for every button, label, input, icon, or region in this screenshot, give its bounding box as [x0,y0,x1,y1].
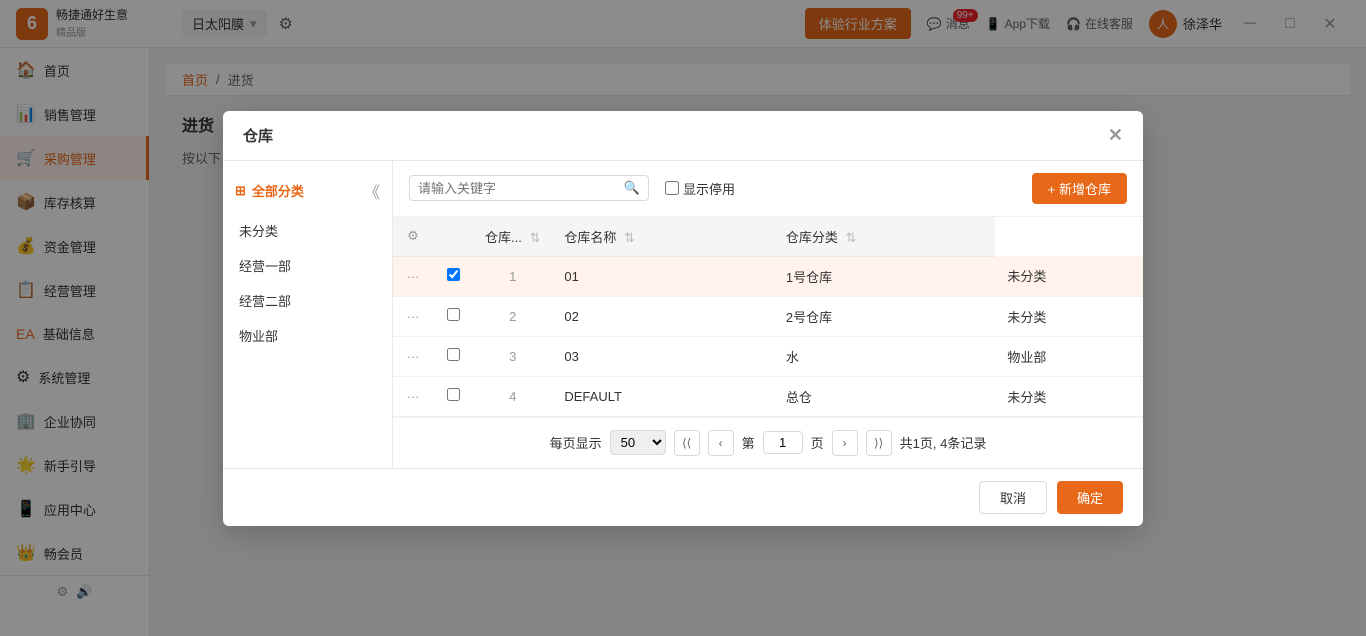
search-input[interactable] [418,181,624,196]
row-gear: ··· [393,336,433,376]
row-category: 未分类 [995,296,1143,336]
row-name: 2号仓库 [774,296,995,336]
row-code: 03 [552,336,773,376]
modal-body: ⊞ 全部分类 《 未分类 经营一部 经营二部 物业部 [223,161,1143,468]
row-checkbox[interactable] [447,268,460,281]
row-checkbox[interactable] [447,308,460,321]
pagination: 每页显示 50 10 20 100 ⟨⟨ ‹ 第 页 › ⟩⟩ [393,417,1143,468]
per-page-select[interactable]: 50 10 20 100 [610,430,666,455]
sort-name-icon: ⇅ [624,230,635,245]
table-row[interactable]: ··· 2 02 2号仓库 未分类 [393,296,1143,336]
row-name: 水 [774,336,995,376]
modal-title: 仓库 [243,125,273,146]
grid-icon: ⊞ [235,183,246,199]
row-category: 物业部 [995,336,1143,376]
table-header-row: ⚙ 仓库... ⇅ 仓库名称 ⇅ 仓库分类 ⇅ [393,217,1143,257]
search-icon[interactable]: 🔍 [624,180,640,196]
row-checkbox[interactable] [447,348,460,361]
row-code: 01 [552,256,773,296]
cancel-button[interactable]: 取消 [979,481,1047,514]
category-item-operations1[interactable]: 经营一部 [223,248,392,283]
sort-cat-icon: ⇅ [845,230,856,245]
th-code: 仓库... ⇅ [473,217,552,257]
category-title: ⊞ 全部分类 [235,181,304,200]
data-table: ⚙ 仓库... ⇅ 仓库名称 ⇅ 仓库分类 ⇅ ··· 1 01 [393,217,1143,417]
row-category: 未分类 [995,256,1143,296]
warehouse-table: ⚙ 仓库... ⇅ 仓库名称 ⇅ 仓库分类 ⇅ ··· 1 01 [393,217,1143,417]
page-next-button[interactable]: › [832,430,858,456]
modal-header: 仓库 ✕ [223,111,1143,161]
new-warehouse-button[interactable]: + 新增仓库 [1032,173,1127,204]
page-last-button[interactable]: ⟩⟩ [866,430,892,456]
row-code: DEFAULT [552,376,773,416]
page-first-button[interactable]: ⟨⟨ [674,430,700,456]
warehouse-modal: 仓库 ✕ ⊞ 全部分类 《 未分类 经营一部 经营二部 [223,111,1143,526]
row-name: 总仓 [774,376,995,416]
row-category: 未分类 [995,376,1143,416]
confirm-button[interactable]: 确定 [1057,481,1123,514]
show-disabled-input[interactable] [665,181,679,195]
row-gear: ··· [393,296,433,336]
th-name: 仓库名称 ⇅ [552,217,773,257]
row-gear: ··· [393,376,433,416]
th-gear: ⚙ [393,217,433,257]
row-name: 1号仓库 [774,256,995,296]
page-prev-button[interactable]: ‹ [708,430,734,456]
per-page-label: 每页显示 [550,433,602,452]
table-row[interactable]: ··· 1 01 1号仓库 未分类 [393,256,1143,296]
show-disabled-checkbox[interactable]: 显示停用 [665,179,735,198]
search-box: 🔍 [409,175,649,201]
modal-footer: 取消 确定 [223,468,1143,526]
category-item-property[interactable]: 物业部 [223,318,392,353]
row-checkbox-cell[interactable] [433,376,473,416]
row-num: 4 [473,376,552,416]
sort-code-icon: ⇅ [529,230,540,245]
row-checkbox-cell[interactable] [433,256,473,296]
total-info: 共1页, 4条记录 [900,433,987,452]
table-panel: 🔍 显示停用 + 新增仓库 ⚙ [393,161,1143,468]
page-label: 第 [742,433,755,452]
category-item-uncategorized[interactable]: 未分类 [223,213,392,248]
th-category: 仓库分类 ⇅ [774,217,995,257]
row-gear: ··· [393,256,433,296]
collapse-categories-button[interactable]: 《 [364,179,380,203]
modal-overlay: 仓库 ✕ ⊞ 全部分类 《 未分类 经营一部 经营二部 [0,0,1366,636]
table-toolbar: 🔍 显示停用 + 新增仓库 [393,161,1143,217]
page-suffix: 页 [811,433,824,452]
row-num: 3 [473,336,552,376]
show-disabled-label: 显示停用 [683,179,735,198]
th-checkbox [433,217,473,257]
category-panel: ⊞ 全部分类 《 未分类 经营一部 经营二部 物业部 [223,161,393,468]
row-checkbox-cell[interactable] [433,296,473,336]
row-code: 02 [552,296,773,336]
row-checkbox[interactable] [447,388,460,401]
category-item-operations2[interactable]: 经营二部 [223,283,392,318]
page-input[interactable] [763,431,803,454]
row-num: 2 [473,296,552,336]
row-checkbox-cell[interactable] [433,336,473,376]
modal-close-button[interactable]: ✕ [1108,126,1123,144]
category-header: ⊞ 全部分类 《 [223,173,392,213]
table-row[interactable]: ··· 4 DEFAULT 总仓 未分类 [393,376,1143,416]
table-row[interactable]: ··· 3 03 水 物业部 [393,336,1143,376]
row-num: 1 [473,256,552,296]
